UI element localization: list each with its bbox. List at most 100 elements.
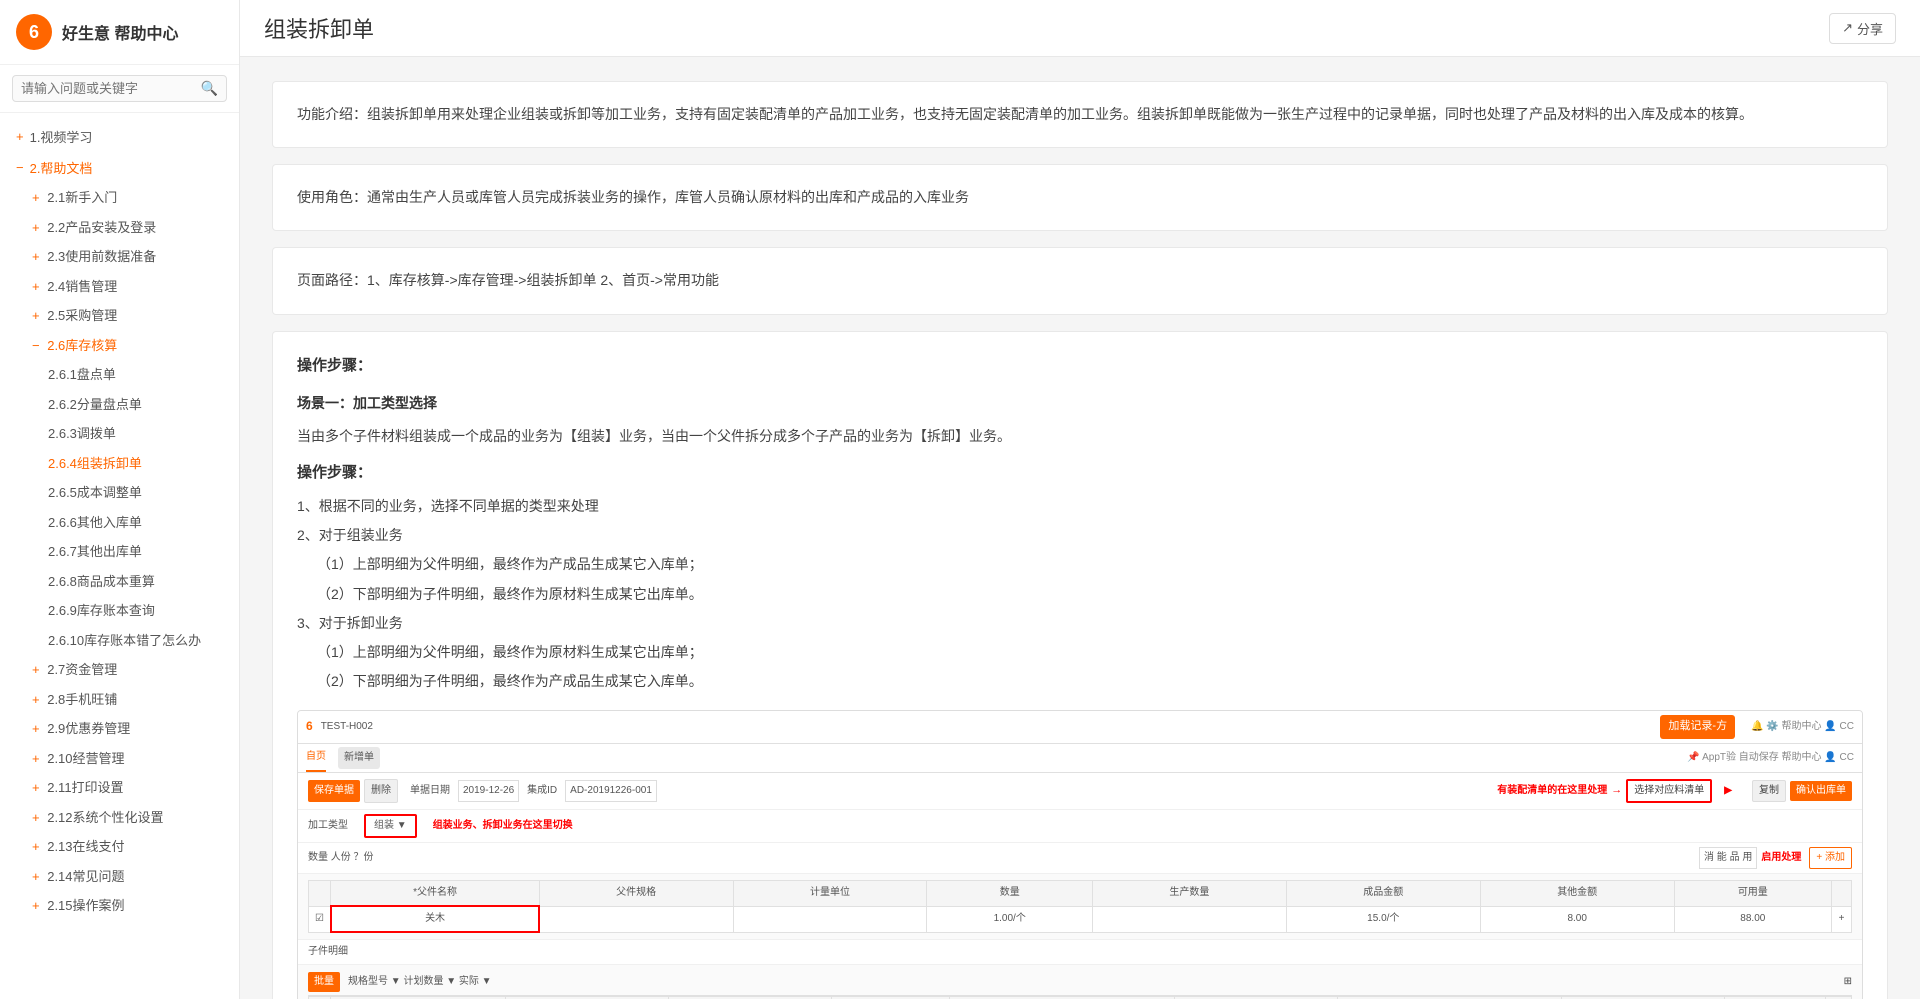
sim-id-label: 集成ID xyxy=(527,782,557,800)
sim-td-check: ☑ xyxy=(309,906,331,932)
sidebar-item-264[interactable]: 2.6.4组装拆卸单 xyxy=(48,449,239,479)
sidebar-item-print[interactable]: + 2.11打印设置 xyxy=(32,773,239,803)
sidebar-item-coupon[interactable]: + 2.9优惠券管理 xyxy=(32,714,239,744)
sim-tab-active[interactable]: 自页 xyxy=(306,744,326,772)
search-input[interactable] xyxy=(21,81,201,96)
sidebar-item-cases[interactable]: + 2.15操作案例 xyxy=(32,891,239,921)
sim-enable-input[interactable]: 消 能 品 用 xyxy=(1699,847,1757,869)
sidebar-item-2610[interactable]: 2.6.10库存账本错了怎么办 xyxy=(48,626,239,656)
sim-delete-btn[interactable]: 删除 xyxy=(364,779,398,803)
sim-td-prod-amt: 15.0/个 xyxy=(1286,906,1480,932)
intro-text-1: 功能介绍：组装拆卸单用来处理企业组装或拆卸等加工业务，支持有固定装配清单的产品加… xyxy=(297,102,1863,127)
sim-upper-table-area: *父件名称 父件规格 计量单位 数量 生产数量 成品金额 其他金额 可用量 xyxy=(298,874,1862,939)
screenshot-container: 6 TEST-H002 加载记录-方 🔔 ⚙️ 帮助中心 👤 CC 自页 新增单… xyxy=(297,710,1863,999)
step2-sub1: （1）上部明细为父件明细，最终作为产成品生成某它入库单； xyxy=(317,552,1863,577)
sim-right-btns: 复制 确认出库单 xyxy=(1752,780,1852,802)
sidebar-item-data-prep[interactable]: + 2.3使用前数据准备 xyxy=(32,242,239,272)
sidebar-item-video-label: 1.视频学习 xyxy=(30,127,93,146)
sim-add-row-btn[interactable]: + 添加 xyxy=(1809,847,1852,869)
sim-type-select[interactable]: 组装 ▼ xyxy=(364,814,417,838)
step3-sub2: （2）下部明细为子件明细，最终作为产成品生成某它入库单。 xyxy=(317,669,1863,694)
step1: 1、根据不同的业务，选择不同单据的类型来处理 xyxy=(297,494,1863,519)
sim-count-label: 数量 人份 ？份 xyxy=(308,849,374,867)
sim-th-qty: 数量 xyxy=(927,881,1093,907)
sidebar-item-payment[interactable]: + 2.13在线支付 xyxy=(32,832,239,862)
sidebar-item-263[interactable]: 2.6.3调拨单 xyxy=(48,419,239,449)
sim-th-other-amt: 其他金额 xyxy=(1480,881,1674,907)
sim-upper-table: *父件名称 父件规格 计量单位 数量 生产数量 成品金额 其他金额 可用量 xyxy=(308,880,1852,933)
intro-card-3: 页面路径：1、库存核算->库存管理->组装拆卸单 2、首页->常用功能 xyxy=(272,247,1888,314)
sim-tab-new-order[interactable]: 新增单 xyxy=(338,747,380,769)
sidebar-item-268[interactable]: 2.6.8商品成本重算 xyxy=(48,567,239,597)
sidebar-item-newbie-label: 2.1新手入门 xyxy=(47,190,117,205)
sim-icons: 🔔 ⚙️ 帮助中心 👤 CC xyxy=(1751,718,1854,736)
sim-td-prod-qty xyxy=(1092,906,1286,932)
step3: 3、对于拆卸业务 xyxy=(297,611,1863,636)
sidebar-item-266[interactable]: 2.6.6其他入库单 xyxy=(48,508,239,538)
sidebar-item-mobile[interactable]: + 2.8手机旺铺 xyxy=(32,685,239,715)
sim-td-row-action[interactable]: + xyxy=(1832,906,1852,932)
sim-th-prod-qty: 生产数量 xyxy=(1092,881,1286,907)
sim-btn-group: 保存单据 删除 xyxy=(308,779,398,803)
sidebar-item-operation[interactable]: + 2.10经营管理 xyxy=(32,744,239,774)
sim-count-row: 数量 人份 ？份 消 能 品 用 启用处理 + 添加 xyxy=(298,843,1862,874)
sim-expand-btn[interactable]: ⊞ xyxy=(1844,973,1852,991)
sidebar-item-265[interactable]: 2.6.5成本调整单 xyxy=(48,478,239,508)
sim-form-fields: 单据日期 2019-12-26 集成ID AD-20191226-001 xyxy=(410,780,657,802)
share-icon: ↗ xyxy=(1842,20,1853,36)
sim-th-avail: 可用量 xyxy=(1674,881,1831,907)
sim-th-prod-amt: 成品金额 xyxy=(1286,881,1480,907)
sim-save-btn[interactable]: 保存单据 xyxy=(308,780,360,802)
sim-upper-row-1: ☑ 关木 1.00/个 15.0/个 8.00 88.00 + xyxy=(309,906,1852,932)
sidebar-item-custom[interactable]: + 2.12系统个性化设置 xyxy=(32,803,239,833)
annotation-text-3: 组装业务、拆卸业务在这里切换 xyxy=(433,817,573,835)
sidebar-item-faq[interactable]: + 2.14常见问题 xyxy=(32,862,239,892)
sim-select-list-btn[interactable]: 选择对应料清单 xyxy=(1626,779,1712,803)
scenario1-desc: 当由多个子件材料组装成一个成品的业务为【组装】业务，当由一个父件拆分成多个子产品… xyxy=(297,424,1863,449)
share-button[interactable]: ↗ 分享 xyxy=(1829,13,1896,44)
sim-nav-btn[interactable]: 加载记录-方 xyxy=(1660,715,1735,739)
sim-lower-table-area: 批量 规格型号 ▼ 计划数量 ▼ 实际 ▼ ⊞ *子件名称 规格型号 计划数量 xyxy=(298,965,1862,999)
sim-enable-label: 消 能 品 用 xyxy=(1704,852,1752,863)
page-title: 组装拆卸单 xyxy=(264,12,374,44)
sim-th-unit: 计量单位 xyxy=(733,881,927,907)
search-icon[interactable]: 🔍 xyxy=(201,80,218,97)
step2-sub2: （2）下部明细为子件明细，最终作为原材料生成某它出库单。 xyxy=(317,582,1863,607)
sim-copy-btn[interactable]: 复制 xyxy=(1752,780,1786,802)
sidebar-item-finance[interactable]: + 2.7资金管理 xyxy=(32,655,239,685)
sim-td-avail: 88.00 xyxy=(1674,906,1831,932)
sidebar-item-install[interactable]: + 2.2产品安装及登录 xyxy=(32,213,239,243)
sidebar-item-purchase[interactable]: + 2.5采购管理 xyxy=(32,301,239,331)
sidebar-item-newbie[interactable]: + 2.1新手入门 xyxy=(32,183,239,213)
ops-title: 操作步骤： xyxy=(297,352,1863,379)
sim-batch-btn[interactable]: 批量 xyxy=(308,972,340,992)
sim-lower-section-header: 子件明细 xyxy=(298,939,1862,965)
sim-lower-toolbar: 批量 规格型号 ▼ 计划数量 ▼ 实际 ▼ ⊞ xyxy=(308,969,1852,996)
sim-form-header: 保存单据 删除 单据日期 2019-12-26 集成ID AD-20191226… xyxy=(298,773,1862,810)
sidebar-item-help-docs[interactable]: − 2.帮助文档 xyxy=(0,152,239,183)
sim-screenshot: 6 TEST-H002 加载记录-方 🔔 ⚙️ 帮助中心 👤 CC 自页 新增单… xyxy=(298,711,1862,999)
ops-card: 操作步骤： 场景一：加工类型选择 当由多个子件材料组装成一个成品的业务为【组装】… xyxy=(272,331,1888,999)
ops-steps-sub-title: 操作步骤： xyxy=(297,459,1863,486)
sim-td-parent-name[interactable]: 关木 xyxy=(331,906,539,932)
annotation-text-2: ▶ xyxy=(1724,782,1732,800)
intro-text-2: 使用角色：通常由生产人员或库管人员完成拆装业务的操作，库管人员确认原材料的出库和… xyxy=(297,185,1863,210)
annotation-text-4: 启用处理 xyxy=(1761,849,1801,867)
sidebar-item-267[interactable]: 2.6.7其他出库单 xyxy=(48,537,239,567)
sim-confirm-btn[interactable]: 确认出库单 xyxy=(1790,781,1852,801)
sim-th-checkbox xyxy=(309,881,331,907)
sidebar-item-video[interactable]: + 1.视频学习 xyxy=(0,121,239,152)
sim-type-row: 加工类型 组装 ▼ 组装业务、拆卸业务在这里切换 xyxy=(298,810,1862,843)
sim-td-other-amt: 8.00 xyxy=(1480,906,1674,932)
sidebar-item-261[interactable]: 2.6.1盘点单 xyxy=(48,360,239,390)
sidebar-item-inventory[interactable]: − 2.6库存核算 xyxy=(32,331,239,361)
sim-logo: 6 xyxy=(306,716,313,738)
sidebar-item-262[interactable]: 2.6.2分量盘点单 xyxy=(48,390,239,420)
sidebar: 6 好生意 帮助中心 🔍 + 1.视频学习 − 2.帮助文档 + 2.1新手入门… xyxy=(0,0,240,999)
logo-icon: 6 xyxy=(16,14,52,50)
sim-browser-topbar: 6 TEST-H002 加载记录-方 🔔 ⚙️ 帮助中心 👤 CC xyxy=(298,711,1862,744)
minus-icon: − xyxy=(16,160,24,175)
plus-icon: + xyxy=(16,129,24,144)
sidebar-item-269[interactable]: 2.6.9库存账本查询 xyxy=(48,596,239,626)
sidebar-item-sales[interactable]: + 2.4销售管理 xyxy=(32,272,239,302)
